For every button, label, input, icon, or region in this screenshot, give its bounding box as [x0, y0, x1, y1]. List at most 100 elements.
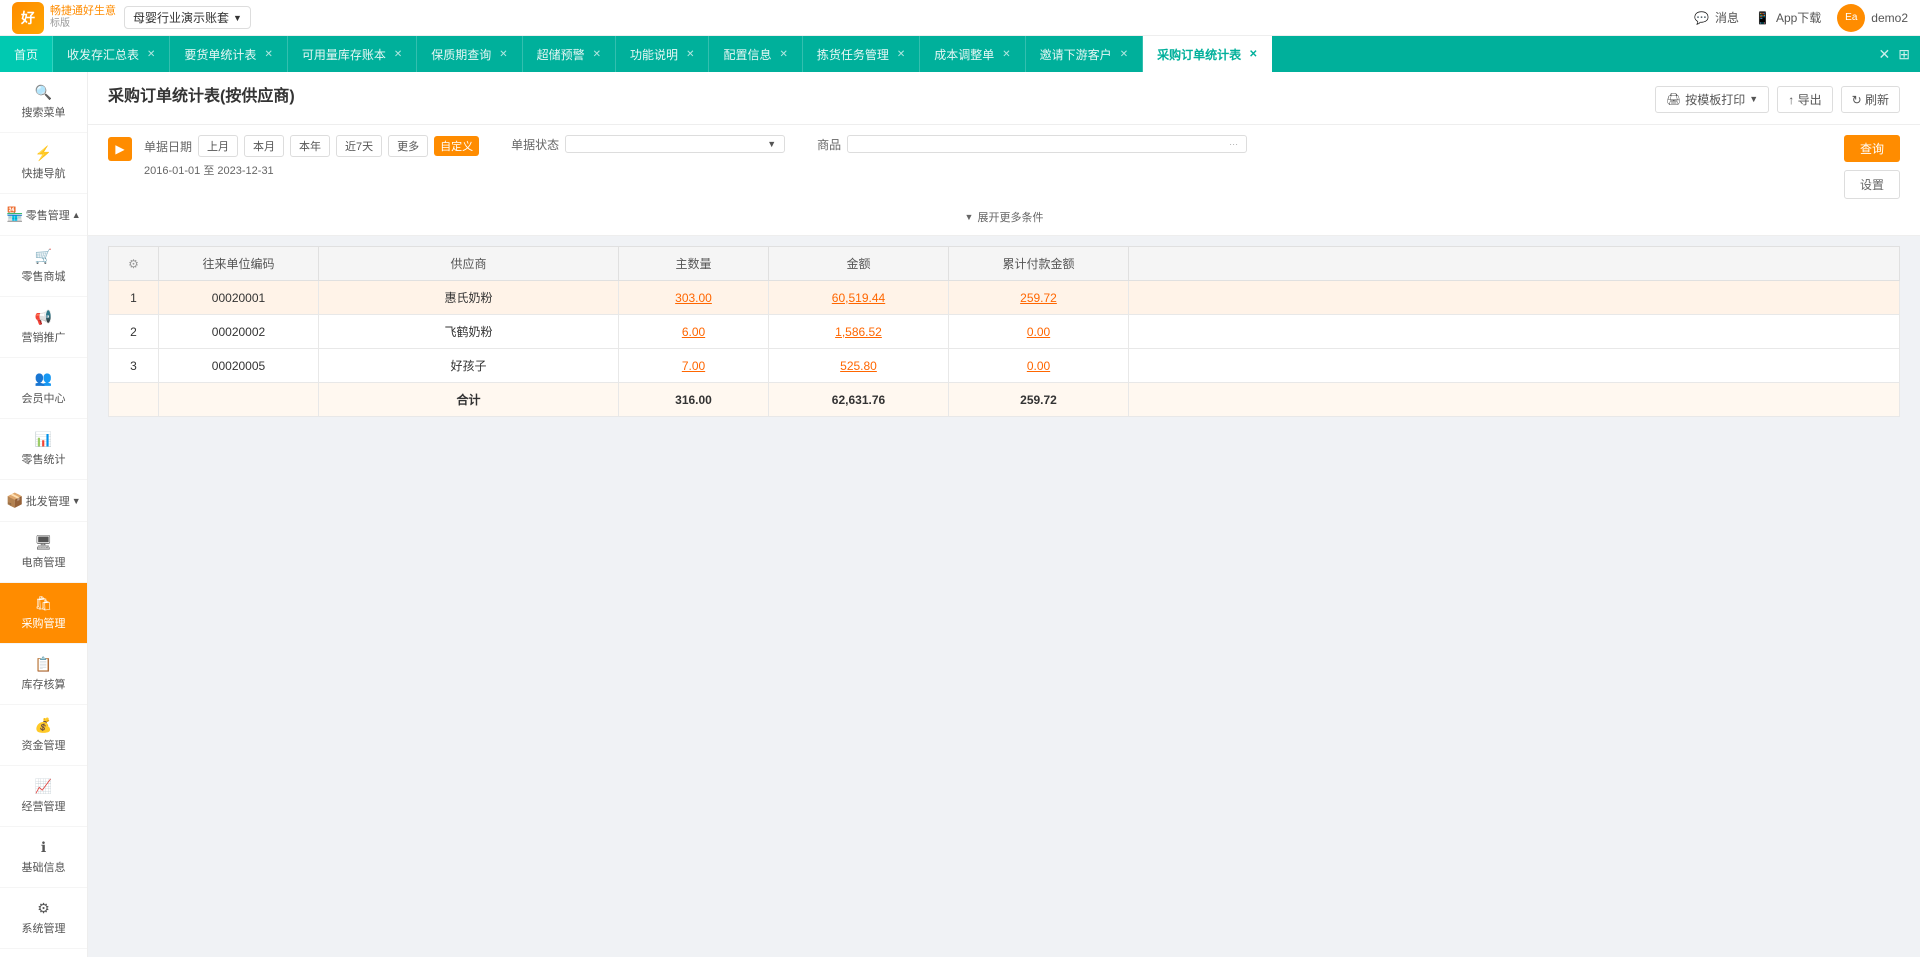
print-button[interactable]: 🖨 按模板打印 ▼	[1655, 86, 1769, 113]
restore-tab-button[interactable]: ⊞	[1898, 46, 1910, 63]
date-btn-last-month[interactable]: 上月	[198, 135, 238, 157]
retail-icon: 🏪	[6, 206, 23, 223]
status-select[interactable]: ▼	[565, 135, 785, 153]
col-header-code: 往来单位编码	[159, 247, 319, 281]
sidebar-item-basic[interactable]: ℹ 基础信息	[0, 827, 87, 888]
close-tab-icon[interactable]: ✕	[147, 49, 155, 60]
close-tab-icon[interactable]: ✕	[499, 49, 507, 60]
sidebar-item-wholesale[interactable]: 📦 批发管理 ▼	[0, 480, 87, 522]
filter-row-main: ▶ 单据日期 上月 本月 本年 近7天 更多 自定义	[108, 135, 1900, 199]
top-bar-left: 好 畅捷通好生意 标版 母婴行业演示账套 ▼	[12, 2, 251, 34]
row-paid[interactable]: 0.00	[949, 349, 1129, 383]
footer-paid: 259.72	[949, 383, 1129, 417]
row-qty[interactable]: 7.00	[619, 349, 769, 383]
avatar: Ea	[1837, 4, 1865, 32]
row-qty[interactable]: 303.00	[619, 281, 769, 315]
row-supplier: 飞鹤奶粉	[319, 315, 619, 349]
tab-expiry-query[interactable]: 保质期查询 ✕	[417, 36, 522, 72]
sidebar-item-operation[interactable]: 📈 经营管理	[0, 766, 87, 827]
chevron-down-icon: ▼	[72, 496, 81, 506]
sidebar-item-search[interactable]: 🔍 搜索菜单	[0, 72, 87, 133]
sidebar-item-finance[interactable]: 💰 资金管理	[0, 705, 87, 766]
tab-cost-adjust[interactable]: 成本调整单 ✕	[920, 36, 1025, 72]
goods-input[interactable]: ···	[847, 135, 1247, 153]
chevron-down-icon: ▼	[233, 13, 242, 23]
close-tab-icon[interactable]: ✕	[593, 49, 601, 60]
close-tab-icon[interactable]: ✕	[1002, 49, 1010, 60]
tab-collect-pay[interactable]: 收发存汇总表 ✕	[53, 36, 170, 72]
row-qty[interactable]: 6.00	[619, 315, 769, 349]
logo-icon: 好	[12, 2, 44, 34]
settings-button[interactable]: 设置	[1844, 170, 1900, 199]
user-menu[interactable]: Ea demo2	[1837, 4, 1908, 32]
row-supplier: 好孩子	[319, 349, 619, 383]
date-btn-more[interactable]: 更多	[388, 135, 428, 157]
system-icon: ⚙	[37, 900, 50, 917]
search-icon: 🔍	[35, 84, 52, 101]
expand-conditions-button[interactable]: ▼ 展开更多条件	[953, 205, 1056, 229]
tab-purchase-stat[interactable]: 采购订单统计表 ✕	[1143, 36, 1272, 72]
goods-filter: 商品 ···	[817, 135, 1832, 153]
retail-stat-icon: 📊	[35, 431, 52, 448]
row-amount[interactable]: 60,519.44	[769, 281, 949, 315]
close-tab-icon[interactable]: ✕	[686, 49, 694, 60]
tab-available-stock[interactable]: 可用量库存账本 ✕	[288, 36, 417, 72]
basic-icon: ℹ	[41, 839, 46, 856]
date-btn-this-month[interactable]: 本月	[244, 135, 284, 157]
row-paid[interactable]: 0.00	[949, 315, 1129, 349]
close-tab-icon[interactable]: ✕	[779, 49, 787, 60]
col-header-supplier: 供应商	[319, 247, 619, 281]
top-bar-right: 💬 消息 📱 App下载 Ea demo2	[1694, 4, 1908, 32]
close-tab-icon[interactable]: ✕	[1120, 49, 1128, 60]
close-tab-icon[interactable]: ✕	[264, 49, 272, 60]
row-no: 2	[109, 315, 159, 349]
message-button[interactable]: 💬 消息	[1694, 9, 1739, 26]
tab-func-desc[interactable]: 功能说明 ✕	[616, 36, 709, 72]
date-shortcuts: 上月 本月 本年 近7天 更多 自定义	[198, 135, 479, 157]
sidebar-item-ecom[interactable]: 🖥 电商管理	[0, 522, 87, 583]
sidebar-item-system[interactable]: ⚙ 系统管理	[0, 888, 87, 949]
refresh-button[interactable]: ↻ 刷新	[1841, 86, 1900, 113]
sidebar-item-retail-stat[interactable]: 📊 零售统计	[0, 419, 87, 480]
tab-overstock[interactable]: 超储预警 ✕	[523, 36, 616, 72]
marketing-icon: 📢	[35, 309, 52, 326]
sidebar-item-retail[interactable]: 🏪 零售管理 ▲	[0, 194, 87, 236]
table-area: ⚙ 往来单位编码 供应商 主数量 金额 累计付款金额 1 00020001	[88, 236, 1920, 957]
sidebar-item-member[interactable]: 👥 会员中心	[0, 358, 87, 419]
close-tab-button[interactable]: ✕	[1879, 46, 1891, 63]
date-btn-this-year[interactable]: 本年	[290, 135, 330, 157]
export-button[interactable]: ↑ 导出	[1777, 86, 1832, 113]
tab-home[interactable]: 首页	[0, 36, 53, 72]
close-tab-icon[interactable]: ✕	[1249, 49, 1257, 60]
logo-text: 畅捷通好生意 标版	[50, 5, 116, 30]
close-tab-icon[interactable]: ✕	[394, 49, 402, 60]
table-row: 3 00020005 好孩子 7.00 525.80 0.00	[109, 349, 1900, 383]
col-header-extra	[1129, 247, 1900, 281]
sidebar-item-retail-shop[interactable]: 🛒 零售商城	[0, 236, 87, 297]
row-amount[interactable]: 1,586.52	[769, 315, 949, 349]
date-btn-7days[interactable]: 近7天	[336, 135, 382, 157]
sidebar-item-inventory[interactable]: 📋 库存核算	[0, 644, 87, 705]
sidebar-item-marketing[interactable]: 📢 营销推广	[0, 297, 87, 358]
sidebar-item-shortcut[interactable]: ⚡ 快捷导航	[0, 133, 87, 194]
app-download-button[interactable]: 📱 App下载	[1755, 9, 1821, 26]
close-tab-icon[interactable]: ✕	[897, 49, 905, 60]
query-button[interactable]: 查询	[1844, 135, 1900, 162]
row-code: 00020002	[159, 315, 319, 349]
row-amount[interactable]: 525.80	[769, 349, 949, 383]
header-actions: 🖨 按模板打印 ▼ ↑ 导出 ↻ 刷新	[1655, 86, 1900, 113]
refresh-icon: ↻	[1852, 93, 1862, 107]
sidebar-item-collab[interactable]: 🤝 企业协同	[0, 949, 87, 957]
shop-icon: 🛒	[35, 248, 52, 265]
shortcut-icon: ⚡	[35, 145, 52, 162]
tab-invite[interactable]: 邀请下游客户 ✕	[1026, 36, 1143, 72]
tab-goods-stat[interactable]: 要货单统计表 ✕	[170, 36, 287, 72]
row-extra	[1129, 281, 1900, 315]
table-settings-icon[interactable]: ⚙	[128, 257, 139, 271]
tab-config[interactable]: 配置信息 ✕	[709, 36, 802, 72]
row-paid[interactable]: 259.72	[949, 281, 1129, 315]
tab-pick-task[interactable]: 拣货任务管理 ✕	[803, 36, 920, 72]
filter-toggle-button[interactable]: ▶	[108, 137, 132, 161]
sidebar-item-purchase[interactable]: 🛍 采购管理	[0, 583, 87, 644]
workspace-selector[interactable]: 母婴行业演示账套 ▼	[124, 6, 251, 29]
